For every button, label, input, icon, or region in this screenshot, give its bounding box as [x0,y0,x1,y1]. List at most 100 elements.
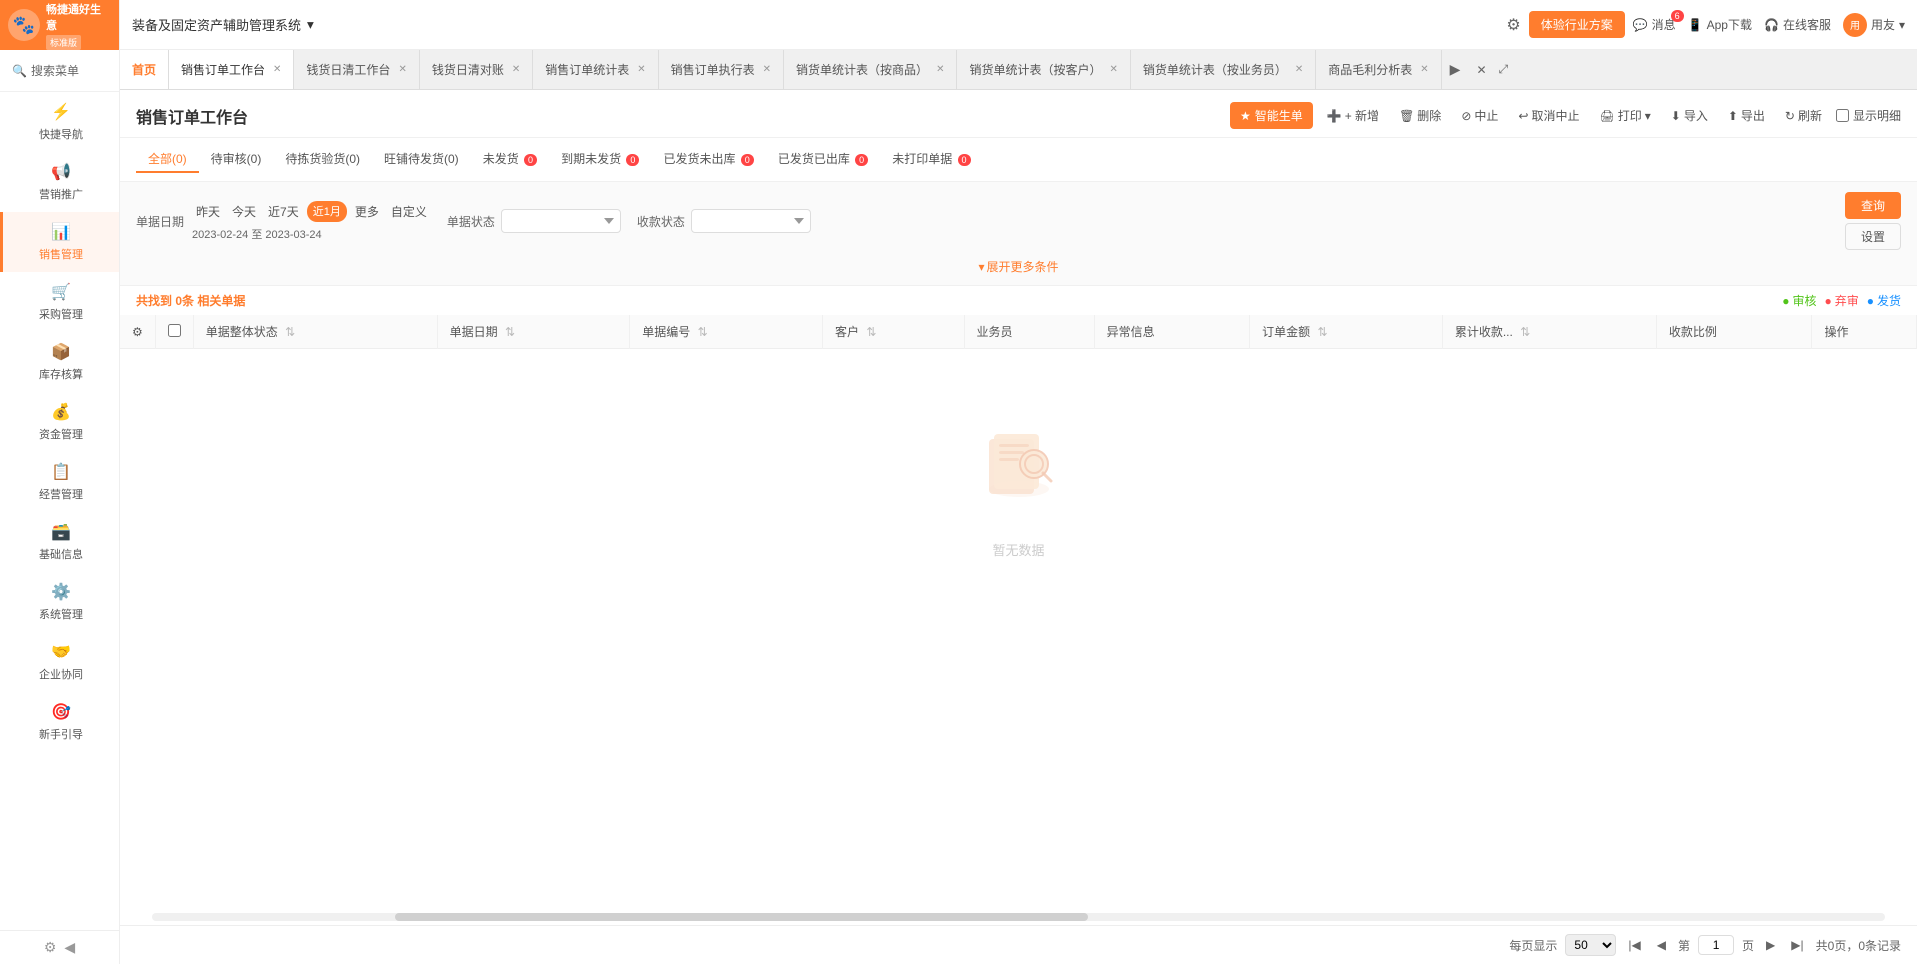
trial-button[interactable]: 体验行业方案 [1529,11,1625,38]
delete-button[interactable]: 🗑 删除 [1393,103,1447,128]
tab-sales-stats[interactable]: 销售订单统计表 ✕ [533,50,658,90]
cancel-approve-button[interactable]: ● 弃审 [1824,292,1858,309]
page-first-button[interactable]: |◀ [1624,936,1644,954]
export-button[interactable]: ⬆ 导出 [1722,103,1771,128]
quick-nav-icon: ⚡ [51,102,71,122]
tab-margin-analysis[interactable]: 商品毛利分析表 ✕ [1316,50,1441,90]
tab-goods-stats-customer-close[interactable]: ✕ [1109,64,1117,75]
sidebar-item-system[interactable]: ⚙️ 系统管理 [0,572,119,632]
suspend-button[interactable]: ⊘ 中止 [1455,103,1504,128]
cancel-suspend-button[interactable]: ↩ 取消中止 [1512,103,1585,128]
sidebar-item-guide[interactable]: 🎯 新手引导 [0,692,119,752]
app-download-button[interactable]: 📱 App下载 [1688,16,1752,33]
horizontal-scrollbar[interactable] [120,909,1917,925]
tab-more-button[interactable]: ▶ [1442,61,1469,78]
system-title-dropdown[interactable]: ▾ [307,17,314,33]
number-sort-icon[interactable]: ⇅ [698,325,708,339]
refresh-button[interactable]: ↻ 刷新 [1779,103,1828,128]
sidebar-collapse-button[interactable]: ◀ [64,939,75,956]
filter-tab-shipped-not-out[interactable]: 已发货未出库 0 [651,146,765,173]
page-prev-button[interactable]: ◀ [1653,936,1670,954]
query-button[interactable]: 查询 [1845,192,1901,219]
tab-goods-stats-customer[interactable]: 销货单统计表（按客户） ✕ [957,50,1130,90]
collected-sort-icon[interactable]: ⇅ [1520,325,1530,339]
sidebar-item-purchase[interactable]: 🛒 采购管理 [0,272,119,332]
sidebar-item-marketing[interactable]: 📢 营销推广 [0,152,119,212]
sidebar-settings-button[interactable]: ⚙ [44,939,57,956]
filter-tab-all[interactable]: 全部(0) [136,146,199,173]
per-page-select[interactable]: 10 20 50 100 [1565,934,1616,956]
expand-conditions-button[interactable]: ▾ 展开更多条件 [978,258,1058,275]
tab-cash-daily-close[interactable]: ✕ [398,64,406,75]
set-button[interactable]: 设置 [1845,223,1901,250]
date-yesterday-btn[interactable]: 昨天 [192,201,224,222]
online-service-button[interactable]: 🎧 在线客服 [1764,16,1831,33]
print-button[interactable]: 🖨 打印 ▾ [1593,103,1656,128]
status-sort-icon[interactable]: ⇅ [285,325,295,339]
search-menu-button[interactable]: 🔍 搜索菜单 [8,58,111,83]
date-more-btn[interactable]: 更多 [351,201,383,222]
filter-tab-shipped-not-out-label: 已发货未出库 [663,152,735,166]
page-label: 第 [1678,937,1690,954]
page-suffix: 页 [1742,937,1754,954]
filter-tab-not-shipped[interactable]: 未发货 0 [471,146,549,173]
approve-icon: ● [1782,294,1789,308]
import-button[interactable]: ⬇ 导入 [1665,103,1714,128]
tab-sales-exec-close[interactable]: ✕ [763,64,771,75]
date-7days-btn[interactable]: 近7天 [264,201,303,222]
sidebar-item-collab[interactable]: 🤝 企业协同 [0,632,119,692]
filter-tab-pending-review[interactable]: 待审核(0) [199,146,274,173]
filter-tab-wangpu[interactable]: 旺铺待发货(0) [372,146,471,173]
tab-sales-exec[interactable]: 销售订单执行表 ✕ [659,50,784,90]
settings-button[interactable]: ⚙ [1506,15,1520,35]
filter-tab-overdue[interactable]: 到期未发货 0 [549,146,651,173]
overdue-badge: 0 [626,154,639,166]
tab-sales-stats-close[interactable]: ✕ [637,64,645,75]
approve-button[interactable]: ● 审核 [1782,292,1816,309]
page-last-button[interactable]: ▶| [1787,936,1807,954]
sidebar-item-sales[interactable]: 📊 销售管理 [0,212,119,272]
sidebar-item-operation[interactable]: 📋 经营管理 [0,452,119,512]
filter-tab-not-printed[interactable]: 未打印单据 0 [880,146,982,173]
smart-create-button[interactable]: ★ 智能生单 [1230,102,1313,129]
tab-cash-daily[interactable]: 钱货日清工作台 ✕ [294,50,419,90]
date-1month-btn[interactable]: 近1月 [307,201,347,222]
show-detail-input[interactable] [1836,109,1849,122]
empty-illustration [969,409,1069,528]
amount-sort-icon[interactable]: ⇅ [1318,325,1328,339]
tab-cash-reconcile-close[interactable]: ✕ [512,64,520,75]
message-button[interactable]: 💬 消息 6 [1633,16,1676,33]
sidebar-item-basic[interactable]: 🗃️ 基础信息 [0,512,119,572]
tab-goods-stats-salesman[interactable]: 销货单统计表（按业务员） ✕ [1131,50,1316,90]
show-detail-checkbox[interactable]: 显示明细 [1836,107,1901,124]
tab-goods-stats-salesman-close[interactable]: ✕ [1295,64,1303,75]
tab-margin-analysis-close[interactable]: ✕ [1420,64,1428,75]
user-menu-button[interactable]: 用 用友 ▾ [1843,13,1905,37]
filter-tab-pending-inspect[interactable]: 待拣货验货(0) [273,146,372,173]
tab-sales-order[interactable]: 销售订单工作台 ✕ [169,50,294,90]
date-sort-icon[interactable]: ⇅ [505,325,515,339]
customer-sort-icon[interactable]: ⇅ [866,325,876,339]
select-all-checkbox[interactable] [168,324,181,337]
date-custom-btn[interactable]: 自定义 [387,201,431,222]
tab-goods-stats-product[interactable]: 销货单统计表（按商品） ✕ [784,50,957,90]
tab-prev-button[interactable]: ✕ [1472,60,1490,79]
page-input[interactable] [1698,935,1734,955]
status-select[interactable] [501,209,621,233]
payment-select[interactable] [691,209,811,233]
tab-goods-stats-product-close[interactable]: ✕ [936,64,944,75]
tab-maximize-button[interactable]: ⤢ [1495,60,1513,79]
sidebar-item-inventory[interactable]: 📦 库存核算 [0,332,119,392]
tab-cash-reconcile[interactable]: 钱货日清对账 ✕ [420,50,533,90]
filter-tab-shipped-out[interactable]: 已发货已出库 0 [766,146,880,173]
sidebar-item-quick-nav[interactable]: ⚡ 快捷导航 [0,92,119,152]
page-next-button[interactable]: ▶ [1762,936,1779,954]
tab-sales-order-close[interactable]: ✕ [273,64,281,75]
date-today-btn[interactable]: 今天 [228,201,260,222]
sidebar-item-finance[interactable]: 💰 资金管理 [0,392,119,452]
ship-button[interactable]: ● 发货 [1867,292,1901,309]
add-button[interactable]: ➕ + 新增 [1321,103,1385,128]
column-settings-icon[interactable]: ⚙ [132,325,143,339]
tab-home[interactable]: 首页 [120,50,169,90]
message-icon: 💬 [1633,18,1648,32]
